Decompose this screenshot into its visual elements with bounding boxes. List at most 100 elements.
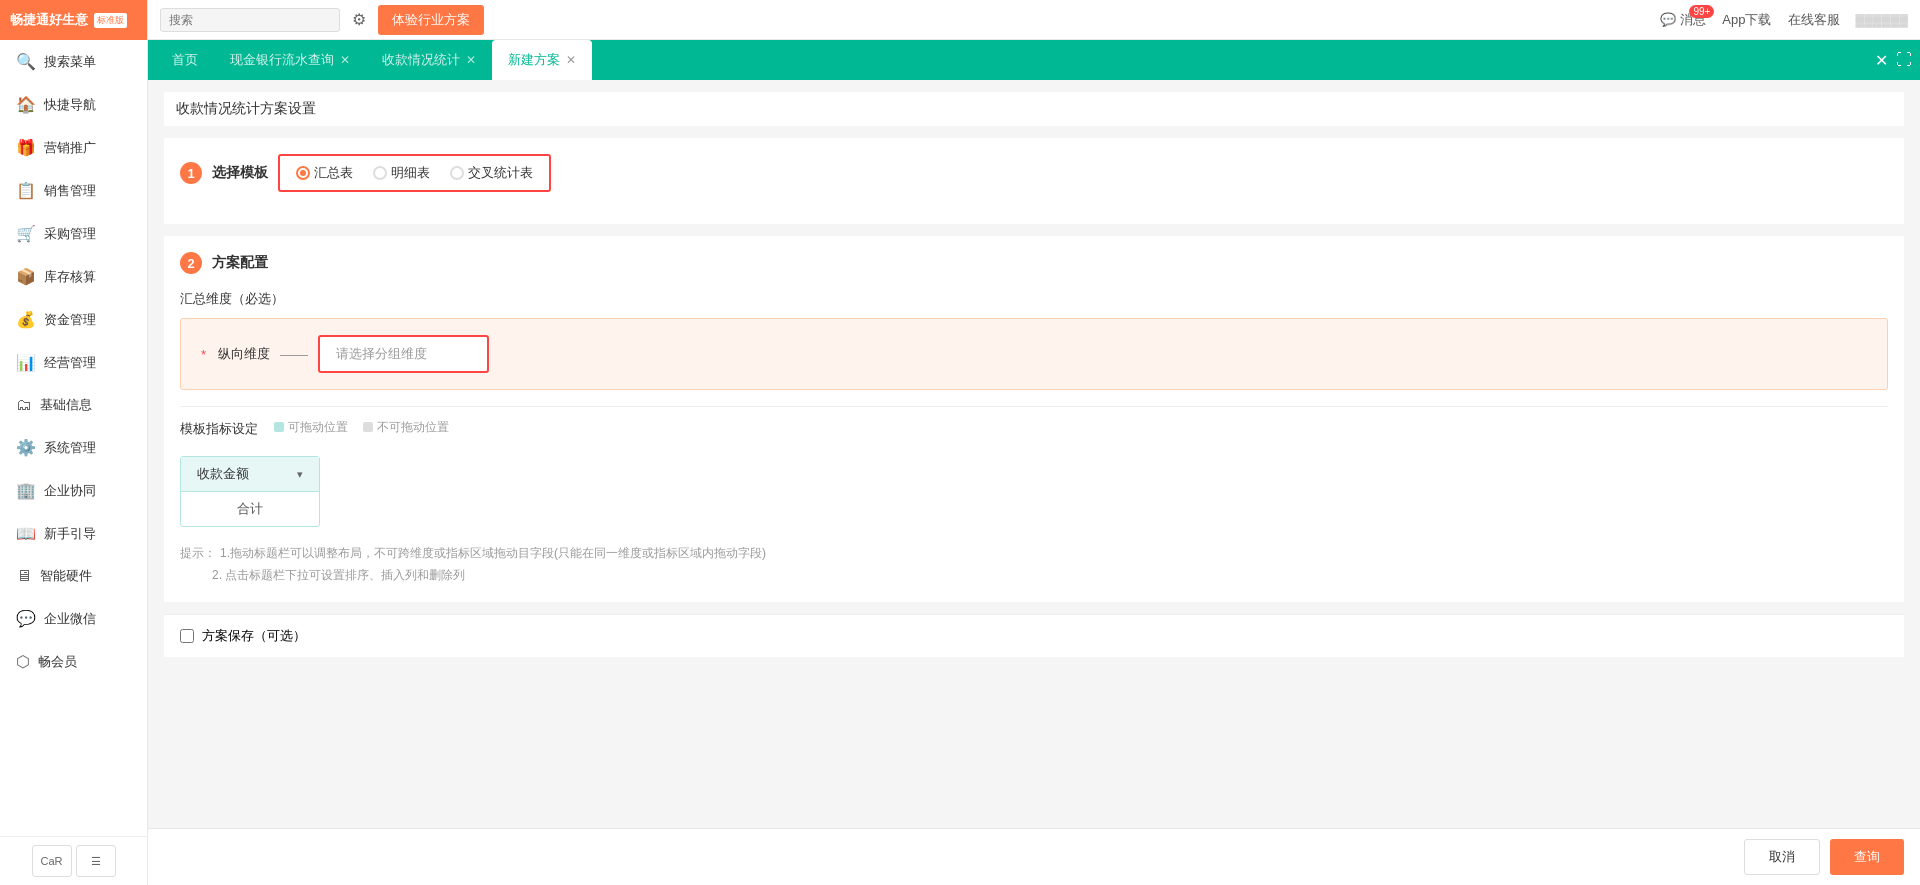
message-icon: 💬 [1660,12,1676,27]
smart-hw-icon: 🖥 [16,567,32,585]
radio-summary-label: 汇总表 [314,164,353,182]
save-checkbox[interactable] [180,629,194,643]
radio-cross[interactable]: 交叉统计表 [450,164,533,182]
sidebar-item-enterprise[interactable]: 🏢 企业协同 [0,469,147,512]
sidebar-item-label: 智能硬件 [40,567,92,585]
purchase-icon: 🛒 [16,224,36,243]
sidebar-item-guide[interactable]: 📖 新手引导 [0,512,147,555]
sidebar-item-operations[interactable]: 📊 经营管理 [0,341,147,384]
page-title: 收款情况统计方案设置 [164,92,1904,126]
sidebar-item-smart-hw[interactable]: 🖥 智能硬件 [0,555,147,597]
enterprise-icon: 🏢 [16,481,36,500]
tab-collect-stats-label: 收款情况统计 [382,51,460,69]
system-icon: ⚙️ [16,438,36,457]
tab-bank-flow-close[interactable]: ✕ [340,53,350,67]
sidebar-item-sales[interactable]: 📋 销售管理 [0,169,147,212]
sidebar-item-finance[interactable]: 💰 资金管理 [0,298,147,341]
query-button[interactable]: 查询 [1830,839,1904,875]
no-drag-label: 不可拖动位置 [377,419,449,436]
sidebar-item-basic-info[interactable]: 🗂 基础信息 [0,384,147,426]
metrics-table-header[interactable]: 收款金额 ▾ [181,457,319,492]
sidebar-bottom-btn-left[interactable]: CaR [32,845,72,877]
hint-line-1: 提示： 1.拖动标题栏可以调整布局，不可跨维度或指标区域拖动目字段(只能在同一维… [180,543,1888,565]
metrics-section: 模板指标设定 可拖动位置 不可拖动位置 [180,419,1888,527]
arrow-right: —— [280,346,308,362]
search-input[interactable] [160,8,340,32]
radio-cross-label: 交叉统计表 [468,164,533,182]
main-content: ⚙ 体验行业方案 💬 消息 99+ App下载 在线客服 ▓▓▓▓▓▓ 首页 现… [148,0,1920,885]
template-selection-box: 汇总表 明细表 交叉统计表 [278,154,551,192]
tab-new-plan[interactable]: 新建方案 ✕ [492,40,592,80]
gear-icon[interactable]: ⚙ [352,10,366,29]
tab-bank-flow[interactable]: 现金银行流水查询 ✕ [214,40,366,80]
app-download-link[interactable]: App下载 [1722,11,1771,29]
radio-summary-circle [296,166,310,180]
online-service-link[interactable]: 在线客服 [1788,11,1840,29]
radio-summary[interactable]: 汇总表 [296,164,353,182]
operations-icon: 📊 [16,353,36,372]
action-bar: 取消 查询 [148,828,1920,885]
sidebar-item-label: 营销推广 [44,139,96,157]
step2-section: 2 方案配置 汇总维度（必选） * 纵向维度 —— 请选择分组维度 模板指标设定 [164,236,1904,602]
required-star: * [201,347,206,362]
sidebar-item-member[interactable]: ⬡ 畅会员 [0,640,147,683]
summary-dimension-title: 汇总维度（必选） [180,290,1888,308]
tab-collect-stats[interactable]: 收款情况统计 ✕ [366,40,492,80]
tab-bar: 首页 现金银行流水查询 ✕ 收款情况统计 ✕ 新建方案 ✕ ✕ ⛶ [148,40,1920,80]
sidebar-item-label: 企业协同 [44,482,96,500]
content-area: 收款情况统计方案设置 1 选择模板 汇总表 明细表 [148,80,1920,828]
sidebar-item-inventory[interactable]: 📦 库存核算 [0,255,147,298]
tab-expand-icon[interactable]: ⛶ [1896,51,1912,69]
sidebar-item-label: 企业微信 [44,610,96,628]
tab-bank-flow-label: 现金银行流水查询 [230,51,334,69]
notification-badge[interactable]: 💬 消息 99+ [1660,11,1706,29]
metrics-title: 模板指标设定 [180,420,258,438]
logo-badge: 标准版 [94,13,127,28]
step1-row: 1 选择模板 汇总表 明细表 交叉统计 [180,154,1888,192]
sidebar-item-label: 采购管理 [44,225,96,243]
sidebar-item-marketing[interactable]: 🎁 营销推广 [0,126,147,169]
sidebar-item-purchase[interactable]: 🛒 采购管理 [0,212,147,255]
guide-icon: 📖 [16,524,36,543]
wechat-icon: 💬 [16,609,36,628]
step2-number: 2 [180,252,202,274]
notification-count: 99+ [1689,5,1714,18]
save-section: 方案保存（可选） [164,614,1904,657]
basic-info-icon: 🗂 [16,396,32,414]
sidebar-item-quick-nav[interactable]: 🏠 快捷导航 [0,83,147,126]
drag-indicator [274,421,284,435]
dimension-selector[interactable]: 请选择分组维度 [318,335,489,373]
logo-text: 畅捷通好生意 [10,11,88,29]
sidebar-item-system[interactable]: ⚙️ 系统管理 [0,426,147,469]
chevron-down-icon[interactable]: ▾ [297,468,303,481]
sidebar-logo: 畅捷通好生意 标准版 [0,0,147,40]
finance-icon: 💰 [16,310,36,329]
cancel-button[interactable]: 取消 [1744,839,1820,875]
sidebar-item-label: 新手引导 [44,525,96,543]
member-icon: ⬡ [16,652,30,671]
no-drag-indicator [363,421,373,435]
topbar-right: 💬 消息 99+ App下载 在线客服 ▓▓▓▓▓▓ [1660,11,1908,29]
radio-detail-circle [373,166,387,180]
inventory-icon: 📦 [16,267,36,286]
sidebar-item-wechat[interactable]: 💬 企业微信 [0,597,147,640]
sidebar-item-search-menu[interactable]: 🔍 搜索菜单 [0,40,147,83]
industry-btn[interactable]: 体验行业方案 [378,5,484,35]
sidebar-item-label: 系统管理 [44,439,96,457]
marketing-icon: 🎁 [16,138,36,157]
user-info: ▓▓▓▓▓▓ [1856,13,1909,27]
sidebar-item-label: 快捷导航 [44,96,96,114]
hint-text-2: 2. 点击标题栏下拉可设置排序、插入列和删除列 [212,568,465,582]
radio-detail[interactable]: 明细表 [373,164,430,182]
hints-area: 提示： 1.拖动标题栏可以调整布局，不可跨维度或指标区域拖动目字段(只能在同一维… [180,543,1888,586]
tab-new-plan-close[interactable]: ✕ [566,53,576,67]
tab-home[interactable]: 首页 [156,40,214,80]
hint-text-1: 1.拖动标题栏可以调整布局，不可跨维度或指标区域拖动目字段(只能在同一维度或指标… [220,543,766,565]
drag-label: 可拖动位置 [288,419,348,436]
hint-prefix: 提示： [180,543,216,565]
tab-close-all-icon[interactable]: ✕ [1875,51,1888,70]
sidebar-item-label: 基础信息 [40,396,92,414]
sidebar: 畅捷通好生意 标准版 🔍 搜索菜单 🏠 快捷导航 🎁 营销推广 📋 销售管理 🛒… [0,0,148,885]
sidebar-bottom-btn-right[interactable]: ☰ [76,845,116,877]
tab-collect-stats-close[interactable]: ✕ [466,53,476,67]
